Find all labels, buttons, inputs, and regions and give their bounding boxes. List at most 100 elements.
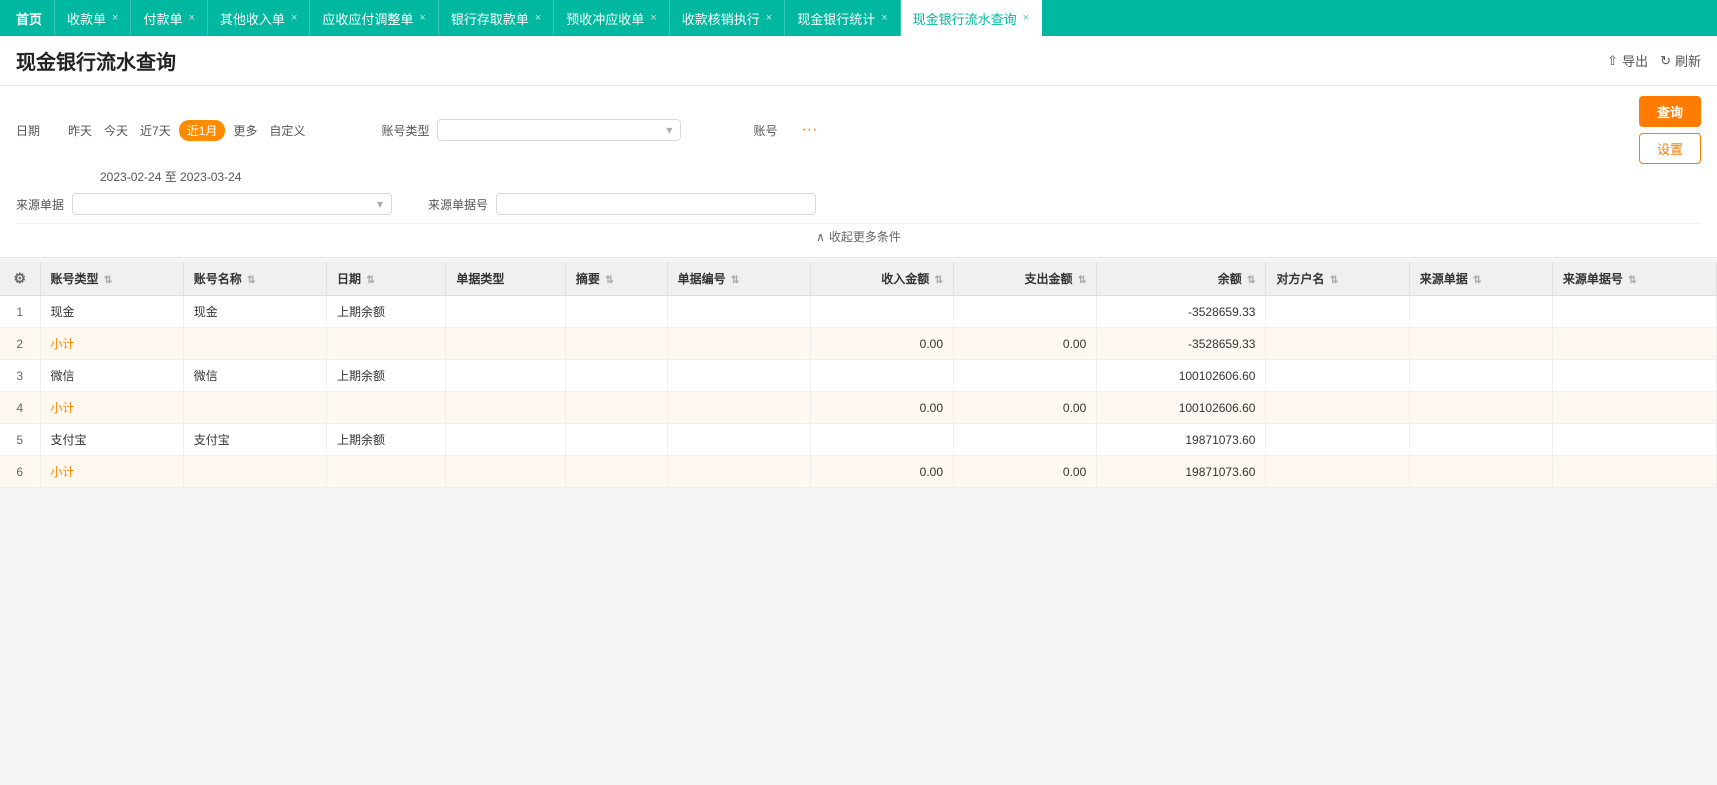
nav-prepay[interactable]: 预收冲应收单 × <box>554 0 669 36</box>
date-label: 日期 <box>16 122 56 139</box>
close-receipt-exec-icon[interactable]: × <box>766 12 772 24</box>
source-doc-select[interactable]: ▾ <box>72 193 392 215</box>
top-navigation: 首页 收款单 × 付款单 × 其他收入单 × 应收应付调整单 × 银行存取款单 … <box>0 0 1717 36</box>
account-type-section: 账号类型 ▾ <box>381 119 681 141</box>
row-num: 5 <box>0 424 40 456</box>
row-doc-type <box>446 328 565 360</box>
row-date <box>326 328 445 360</box>
sort-summary-icon[interactable]: ⇅ <box>605 275 613 286</box>
close-prepay-icon[interactable]: × <box>650 12 656 24</box>
date-opt-yesterday[interactable]: 昨天 <box>64 120 96 141</box>
row-summary <box>565 296 667 328</box>
sort-doc-no-icon[interactable]: ⇅ <box>731 275 739 286</box>
chevron-down-icon: ▾ <box>666 123 672 137</box>
table-row: 2小计0.000.00-3528659.33 <box>0 328 1717 360</box>
row-counterparty <box>1266 296 1409 328</box>
export-button[interactable]: ⇧ 导出 <box>1607 51 1648 70</box>
row-summary <box>565 456 667 488</box>
row-source-doc-no <box>1552 392 1716 424</box>
row-balance: 19871073.60 <box>1097 456 1266 488</box>
close-receipts-icon[interactable]: × <box>112 12 118 24</box>
collapse-bar[interactable]: ∧ 收起更多条件 <box>16 223 1701 249</box>
row-counterparty <box>1266 456 1409 488</box>
nav-payments[interactable]: 付款单 × <box>131 0 207 36</box>
sort-source-doc-icon[interactable]: ⇅ <box>1473 275 1481 286</box>
row-counterparty <box>1266 424 1409 456</box>
collapse-icon: ∧ <box>816 230 825 244</box>
row-num: 6 <box>0 456 40 488</box>
close-flow-icon[interactable]: × <box>1023 12 1029 24</box>
sort-source-doc-no-icon[interactable]: ⇅ <box>1628 275 1636 286</box>
filter-actions: 查询 设置 <box>1639 96 1701 164</box>
row-doc-type <box>446 360 565 392</box>
sort-income-icon[interactable]: ⇅ <box>935 275 943 286</box>
settings-button[interactable]: 设置 <box>1639 133 1701 164</box>
th-date: 日期 ⇅ <box>326 262 445 296</box>
date-opt-today[interactable]: 今天 <box>100 120 132 141</box>
page-header: 现金银行流水查询 ⇧ 导出 ↻ 刷新 <box>0 36 1717 86</box>
row-doc-no <box>667 424 810 456</box>
sort-account-type-icon[interactable]: ⇅ <box>104 275 112 286</box>
close-bank-deposit-icon[interactable]: × <box>535 12 541 24</box>
row-doc-no <box>667 328 810 360</box>
page-title: 现金银行流水查询 <box>16 46 176 75</box>
nav-other-income[interactable]: 其他收入单 × <box>208 0 310 36</box>
th-source-doc-no: 来源单据号 ⇅ <box>1552 262 1716 296</box>
row-income: 0.00 <box>810 328 953 360</box>
row-source-doc-no <box>1552 424 1716 456</box>
row-account-type: 现金 <box>40 296 183 328</box>
row-source-doc <box>1409 328 1552 360</box>
source-doc-no-label: 来源单据号 <box>428 196 488 213</box>
row-doc-type <box>446 424 565 456</box>
account-type-select[interactable]: ▾ <box>437 119 681 141</box>
data-table: ⚙ 账号类型 ⇅ 账号名称 ⇅ 日期 ⇅ 单据类型 摘要 ⇅ <box>0 262 1717 488</box>
sort-expense-icon[interactable]: ⇅ <box>1078 275 1086 286</box>
date-opt-custom[interactable]: 自定义 <box>265 120 309 141</box>
date-opt-1month[interactable]: 近1月 <box>179 120 226 141</box>
close-stats-icon[interactable]: × <box>881 12 887 24</box>
row-income <box>810 360 953 392</box>
row-income: 0.00 <box>810 456 953 488</box>
th-source-doc: 来源单据 ⇅ <box>1409 262 1552 296</box>
nav-home[interactable]: 首页 <box>4 0 55 36</box>
sort-date-icon[interactable]: ⇅ <box>366 275 374 286</box>
row-summary <box>565 328 667 360</box>
row-source-doc <box>1409 296 1552 328</box>
account-dots-button[interactable]: ··· <box>801 121 817 139</box>
nav-receipt-exec[interactable]: 收款核销执行 × <box>670 0 785 36</box>
close-ar-ap-icon[interactable]: × <box>419 12 425 24</box>
row-doc-type <box>446 296 565 328</box>
row-source-doc <box>1409 456 1552 488</box>
nav-receipts[interactable]: 收款单 × <box>55 0 131 36</box>
th-counterparty: 对方户名 ⇅ <box>1266 262 1409 296</box>
table-row: 1现金现金上期余额-3528659.33 <box>0 296 1717 328</box>
row-source-doc-no <box>1552 296 1716 328</box>
nav-ar-ap-adjust[interactable]: 应收应付调整单 × <box>310 0 438 36</box>
date-opt-7days[interactable]: 近7天 <box>136 120 175 141</box>
row-doc-no <box>667 392 810 424</box>
nav-cash-bank-flow[interactable]: 现金银行流水查询 × <box>901 0 1042 36</box>
refresh-button[interactable]: ↻ 刷新 <box>1660 51 1701 70</box>
source-doc-no-input[interactable] <box>496 193 816 215</box>
row-account-name <box>183 328 326 360</box>
sort-balance-icon[interactable]: ⇅ <box>1247 275 1255 286</box>
nav-cash-bank-stats[interactable]: 现金银行统计 × <box>785 0 900 36</box>
close-payments-icon[interactable]: × <box>188 12 194 24</box>
filter-area: 日期 昨天 今天 近7天 近1月 更多 自定义 账号类型 ▾ 账号 ··· <box>0 86 1717 258</box>
nav-bank-deposit[interactable]: 银行存取款单 × <box>439 0 554 36</box>
account-type-label: 账号类型 <box>381 122 429 139</box>
settings-column-icon[interactable]: ⚙ <box>13 270 26 286</box>
close-other-income-icon[interactable]: × <box>291 12 297 24</box>
row-summary <box>565 424 667 456</box>
row-balance: 100102606.60 <box>1097 392 1266 424</box>
th-settings: ⚙ <box>0 262 40 296</box>
row-balance: -3528659.33 <box>1097 328 1266 360</box>
date-opt-more[interactable]: 更多 <box>229 120 261 141</box>
query-button[interactable]: 查询 <box>1639 96 1701 127</box>
th-expense: 支出金额 ⇅ <box>954 262 1097 296</box>
sort-account-name-icon[interactable]: ⇅ <box>247 275 255 286</box>
row-income <box>810 296 953 328</box>
date-options: 昨天 今天 近7天 近1月 更多 自定义 <box>64 120 309 141</box>
row-account-name: 微信 <box>183 360 326 392</box>
sort-counterparty-icon[interactable]: ⇅ <box>1330 275 1338 286</box>
